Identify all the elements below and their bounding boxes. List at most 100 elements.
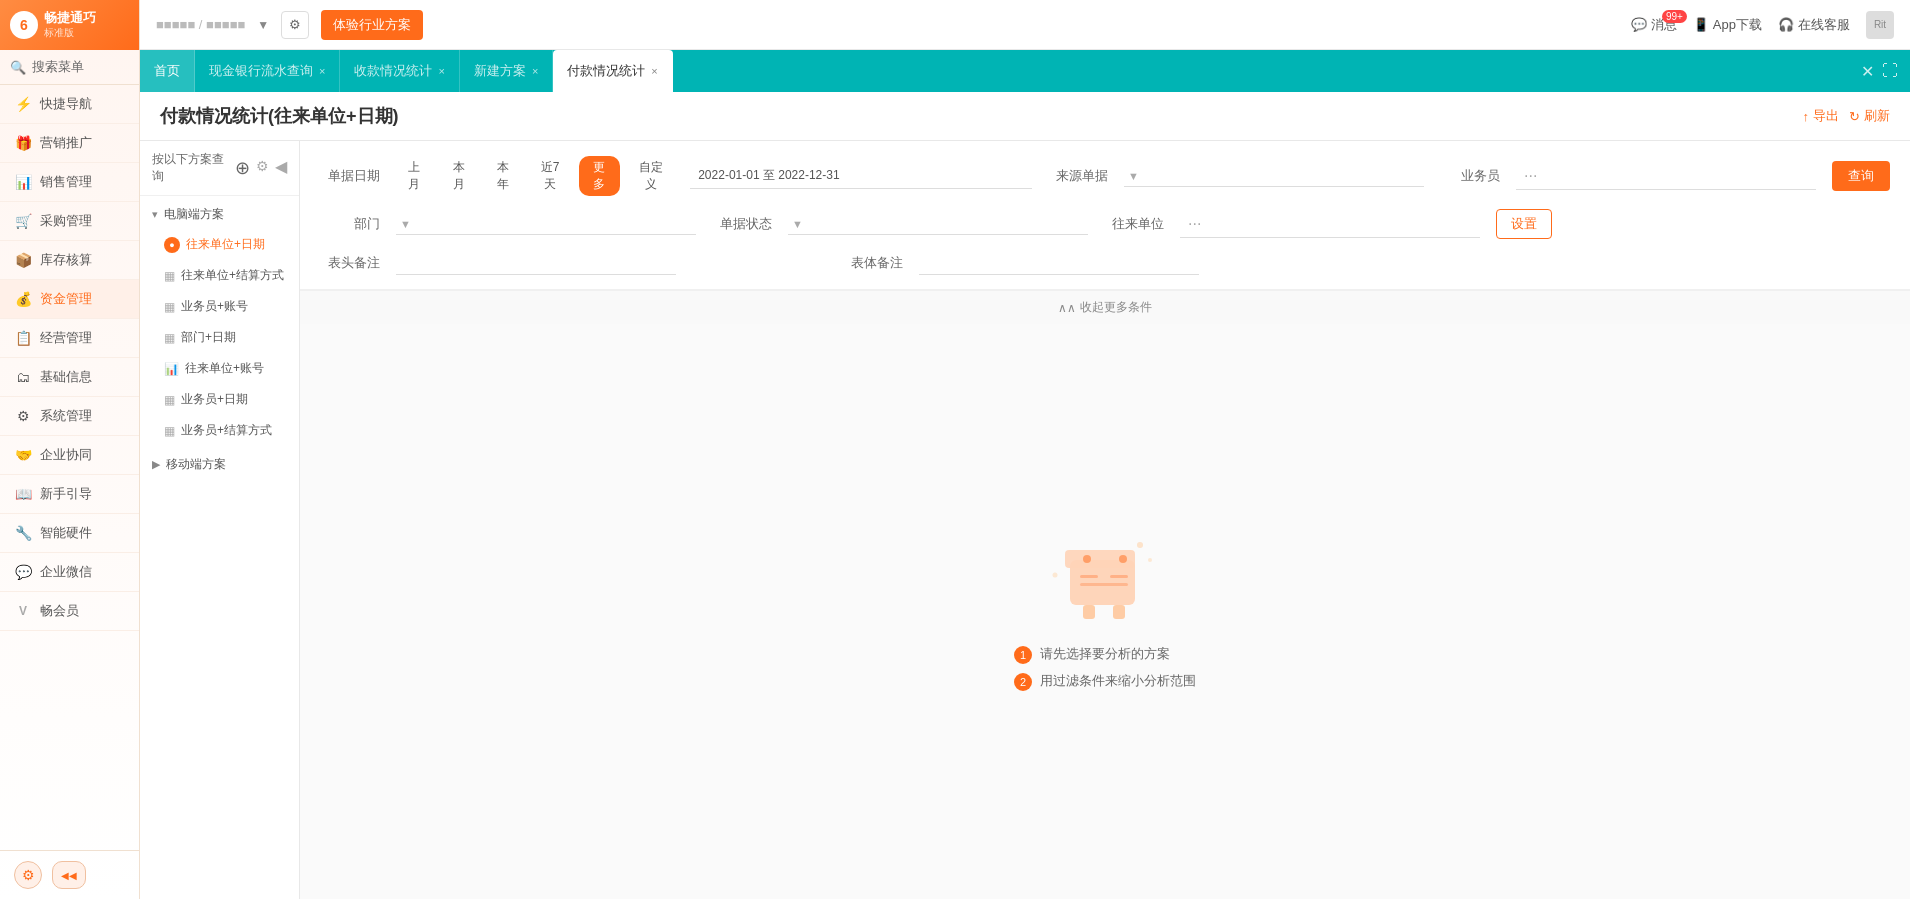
trial-btn[interactable]: 体验行业方案 [321,10,423,40]
staff-select[interactable]: ··· [1516,163,1816,190]
scheme-item-grid-icon: ▦ [164,424,175,438]
scheme-item-staff-date[interactable]: ▦ 业务员+日期 [140,384,299,415]
scheme-item-unit-account[interactable]: 📊 往来单位+账号 [140,353,299,384]
topbar-settings-btn[interactable]: ⚙ [281,11,309,39]
breadcrumb-chevron-icon[interactable]: ▼ [257,18,269,32]
tab-new-scheme-close-icon[interactable]: × [532,65,538,77]
tab-home[interactable]: 首页 [140,50,195,92]
scheme-item-label: 部门+日期 [181,329,236,346]
sidebar-item-member[interactable]: V 畅会员 [0,592,139,631]
scheme-add-btn[interactable]: ⊕ [235,159,250,177]
sidebar-item-fund[interactable]: 💰 资金管理 [0,280,139,319]
query-btn[interactable]: 查询 [1832,161,1890,191]
scheme-item-label: 往来单位+日期 [186,236,265,253]
tab-bank-close-icon[interactable]: × [319,65,325,77]
date-btn-this-month[interactable]: 本月 [440,155,476,197]
unit-dots-icon[interactable]: ··· [1184,215,1205,233]
app-subtitle: 标准版 [44,26,96,40]
empty-texts: 1 请先选择要分析的方案 2 用过滤条件来缩小分析范围 [1014,645,1196,699]
date-btn-last-month[interactable]: 上月 [396,155,432,197]
tab-receipt-close-icon[interactable]: × [438,65,444,77]
collapse-more-btn[interactable]: ∧∧ 收起更多条件 [300,290,1910,324]
scheme-item-staff-account[interactable]: ▦ 业务员+账号 [140,291,299,322]
unit-select[interactable]: ··· [1180,211,1480,238]
refresh-btn[interactable]: ↻ 刷新 [1849,107,1890,125]
wechat-icon: 💬 [14,564,32,580]
scheme-item-unit-settle[interactable]: ▦ 往来单位+结算方式 [140,260,299,291]
export-label: 导出 [1813,107,1839,125]
sidebar-item-coop[interactable]: 🤝 企业协同 [0,436,139,475]
page-title: 付款情况统计(往来单位+日期) [160,104,399,128]
tab-payment-label: 付款情况统计 [567,62,645,80]
body-note-input[interactable] [919,251,1199,275]
scheme-item-dept-date[interactable]: ▦ 部门+日期 [140,322,299,353]
date-btn-7days[interactable]: 近7天 [529,155,571,197]
window-close-icon[interactable]: ✕ [1861,62,1874,81]
header-note-input[interactable] [396,251,676,275]
tab-new-scheme-label: 新建方案 [474,62,526,80]
basic-icon: 🗂 [14,369,32,385]
coop-icon: 🤝 [14,447,32,463]
status-select[interactable]: ▼ [788,214,1088,235]
export-btn[interactable]: ↑ 导出 [1803,107,1840,125]
tab-bank[interactable]: 现金银行流水查询 × [195,50,340,92]
staff-dots-icon[interactable]: ··· [1520,167,1541,185]
svg-point-10 [1148,558,1152,562]
sidebar-search[interactable]: 🔍 搜索菜单 [0,50,139,85]
sidebar-item-quick-nav[interactable]: ⚡ 快捷导航 [0,85,139,124]
source-select[interactable]: ▼ [1124,166,1424,187]
refresh-label: 刷新 [1864,107,1890,125]
collapse-chevron-icon: ∧∧ [1058,301,1076,315]
svg-rect-8 [1113,605,1125,619]
sidebar-item-system[interactable]: ⚙ 系统管理 [0,397,139,436]
scheme-group-mobile-header[interactable]: ▶ 移动端方案 [140,450,299,479]
sidebar-item-marketing[interactable]: 🎁 营销推广 [0,124,139,163]
svg-rect-7 [1083,605,1095,619]
settings-btn[interactable]: 设置 [1496,209,1552,239]
scheme-settings-btn[interactable]: ⚙ [256,159,269,177]
sidebar-item-label: 采购管理 [40,212,92,230]
sidebar-item-purchase[interactable]: 🛒 采购管理 [0,202,139,241]
breadcrumb: ■■■■■ / ■■■■■ [156,17,245,32]
date-btn-more[interactable]: 更多 [579,156,619,196]
scheme-collapse-btn[interactable]: ◀ [275,159,287,177]
sidebar-item-inventory[interactable]: 📦 库存核算 [0,241,139,280]
sidebar: 6 畅捷通巧 标准版 🔍 搜索菜单 ⚡ 快捷导航 🎁 营销推广 📊 销售管理 🛒… [0,0,140,899]
dept-select[interactable]: ▼ [396,214,696,235]
message-icon: 💬 [1631,17,1647,32]
sidebar-item-sales[interactable]: 📊 销售管理 [0,163,139,202]
filter-section: 单据日期 上月 本月 本年 近7天 更多 自定义 2022-01-01 至 20… [300,141,1910,290]
tab-receipt[interactable]: 收款情况统计 × [340,50,459,92]
tab-payment-close-icon[interactable]: × [651,65,657,77]
user-avatar[interactable]: Rit [1866,11,1894,39]
date-btn-this-year[interactable]: 本年 [485,155,521,197]
sidebar-settings-btn[interactable]: ⚙ [14,861,42,889]
sidebar-item-basic[interactable]: 🗂 基础信息 [0,358,139,397]
scheme-toolbar-label: 按以下方案查询 [152,151,235,185]
sidebar-item-label: 快捷导航 [40,95,92,113]
tab-payment[interactable]: 付款情况统计 × [553,50,672,92]
app-download-btn[interactable]: 📱 App下载 [1693,16,1762,34]
scheme-group-mobile-label: 移动端方案 [166,456,226,473]
purchase-icon: 🛒 [14,213,32,229]
sidebar-item-label: 企业微信 [40,563,92,581]
scheme-item-staff-settle[interactable]: ▦ 业务员+结算方式 [140,415,299,446]
message-btn[interactable]: 💬 消息 99+ [1631,16,1677,34]
scheme-group-chevron-icon: ▾ [152,208,158,221]
online-service-btn[interactable]: 🎧 在线客服 [1778,16,1850,34]
svg-point-11 [1053,572,1058,577]
sidebar-item-wechat[interactable]: 💬 企业微信 [0,553,139,592]
sidebar-collapse-btn[interactable]: ◀◀ [52,861,86,889]
window-maximize-icon[interactable]: ⛶ [1882,62,1898,80]
svg-point-2 [1083,555,1091,563]
scheme-item-label: 往来单位+结算方式 [181,267,284,284]
sidebar-item-operation[interactable]: 📋 经营管理 [0,319,139,358]
export-icon: ↑ [1803,109,1810,124]
scheme-item-unit-date[interactable]: ● 往来单位+日期 [140,229,299,260]
scheme-item-grid-icon: ▦ [164,393,175,407]
scheme-group-desktop-header[interactable]: ▾ 电脑端方案 [140,200,299,229]
tab-new-scheme[interactable]: 新建方案 × [460,50,553,92]
date-btn-custom[interactable]: 自定义 [628,155,675,197]
sidebar-item-hardware[interactable]: 🔧 智能硬件 [0,514,139,553]
sidebar-item-guide[interactable]: 📖 新手引导 [0,475,139,514]
